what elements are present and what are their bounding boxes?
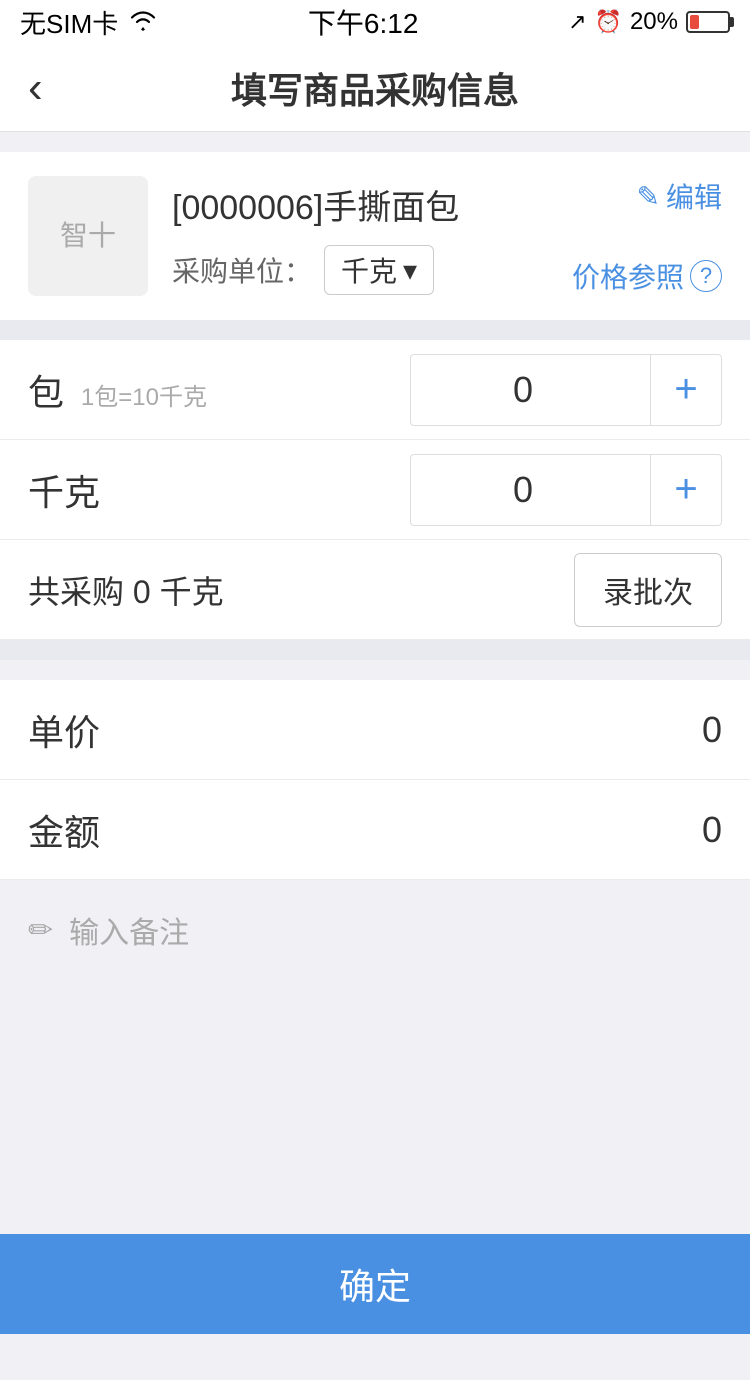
carrier-label: 无SIM卡: [20, 4, 118, 41]
wifi-icon: [128, 7, 158, 38]
input-section: 包 1包=10千克 + 千克 + 共采购 0 千克 录批次: [0, 340, 750, 640]
nav-bar: ‹ 填写商品采购信息: [0, 44, 750, 132]
edit-icon: ✎: [637, 180, 660, 213]
bag-input-right: +: [410, 354, 722, 426]
kg-input-right: +: [410, 454, 722, 526]
product-img-text: 智十: [60, 219, 116, 253]
section-divider-2: [0, 640, 750, 660]
bag-label: 包: [28, 372, 64, 413]
footer: 确定: [0, 1234, 750, 1334]
product-card: 智十 [0000006]手撕面包 采购单位： 千克 ▾ ✎ 编辑 价格参照 ?: [0, 152, 750, 320]
batch-button[interactable]: 录批次: [574, 553, 722, 627]
page-title: 填写商品采购信息: [231, 62, 519, 114]
product-code: [0000006]: [172, 189, 323, 227]
battery-icon: [686, 11, 730, 33]
unit-value: 千克: [341, 250, 397, 290]
amount-value: 0: [702, 809, 722, 851]
unit-label: 采购单位：: [172, 250, 312, 290]
summary-row: 共采购 0 千克 录批次: [0, 540, 750, 640]
battery-percentage: 20%: [630, 8, 678, 36]
unit-price-value: 0: [702, 709, 722, 751]
price-section: 单价 0 金额 0: [0, 680, 750, 880]
location-icon: ↗: [568, 9, 586, 35]
remark-section[interactable]: ✏ 输入备注: [0, 880, 750, 980]
alarm-icon: ⏰: [595, 9, 622, 35]
amount-label: 金额: [28, 804, 100, 856]
section-divider-1: [0, 320, 750, 340]
kg-label-group: 千克: [28, 464, 100, 516]
bag-plus-button[interactable]: +: [650, 354, 722, 426]
status-bar-left: 无SIM卡: [20, 4, 158, 41]
unit-price-label: 单价: [28, 704, 100, 756]
bag-input-row: 包 1包=10千克 +: [0, 340, 750, 440]
product-title: 手撕面包: [323, 189, 459, 227]
bag-quantity-input[interactable]: [410, 354, 650, 426]
summary-text: 共采购 0 千克: [28, 567, 224, 613]
kg-input-row: 千克 +: [0, 440, 750, 540]
price-ref-label: 价格参照: [572, 256, 684, 296]
status-bar: 无SIM卡 下午6:12 ↗ ⏰ 20%: [0, 0, 750, 44]
bag-sublabel: 1包=10千克: [81, 384, 207, 411]
back-button[interactable]: ‹: [28, 66, 43, 110]
confirm-button[interactable]: 确定: [0, 1234, 750, 1334]
product-image: 智十: [28, 176, 148, 296]
status-bar-right: ↗ ⏰ 20%: [568, 8, 730, 36]
kg-plus-button[interactable]: +: [650, 454, 722, 526]
price-ref-button[interactable]: 价格参照 ?: [572, 256, 722, 296]
kg-label: 千克: [28, 472, 100, 513]
edit-label: 编辑: [666, 176, 722, 216]
help-icon: ?: [690, 260, 722, 292]
kg-quantity-input[interactable]: [410, 454, 650, 526]
edit-button[interactable]: ✎ 编辑: [637, 176, 722, 216]
status-bar-time: 下午6:12: [308, 2, 419, 42]
chevron-down-icon: ▾: [403, 254, 417, 287]
bag-label-group: 包 1包=10千克: [28, 364, 207, 416]
unit-price-row: 单价 0: [0, 680, 750, 780]
amount-row: 金额 0: [0, 780, 750, 880]
unit-dropdown[interactable]: 千克 ▾: [324, 245, 434, 295]
pencil-icon: ✏: [28, 913, 53, 948]
remark-placeholder: 输入备注: [69, 908, 189, 952]
